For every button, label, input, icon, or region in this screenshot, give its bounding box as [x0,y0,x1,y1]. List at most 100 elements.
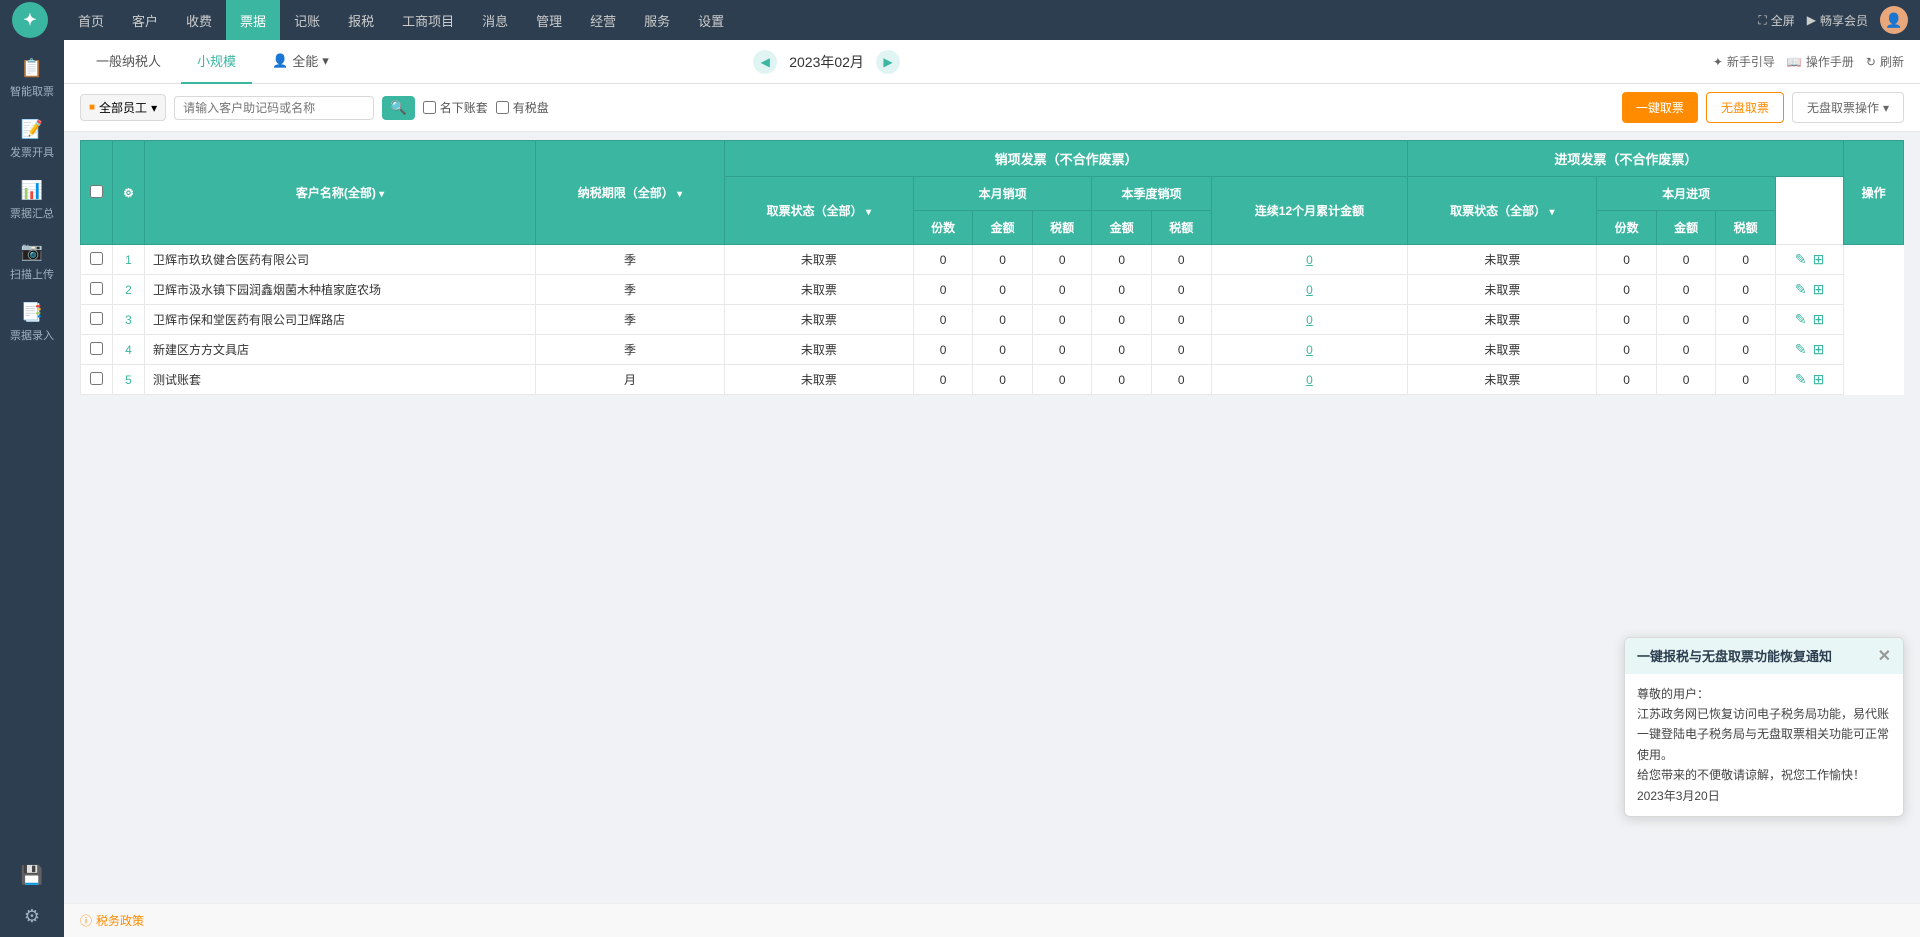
nav-accounting[interactable]: 记账 [280,0,334,40]
sub-nav-right: ✦ 新手引导 📖 操作手册 ↻ 刷新 [1713,53,1904,70]
row-purchase-month-count: 0 [1597,245,1657,275]
info-icon: ⓘ [80,912,92,929]
sidebar-item-entry[interactable]: 📑 票据录入 [2,292,62,353]
no-disk-operation-button[interactable]: 无盘取票操作 ▾ [1792,92,1904,123]
row-purchase-fetch-status: 未取票 [1408,275,1597,305]
row-actions: ✎ ⊞ [1775,335,1843,365]
row-index: 5 [113,365,145,395]
row-purchase-fetch-status: 未取票 [1408,365,1597,395]
top-navigation: ✦ 首页 客户 收费 票据 记账 报税 工商项目 消息 管理 经营 服务 设置 … [0,0,1920,40]
my-account-check[interactable] [423,101,436,114]
sidebar-item-summary[interactable]: 📊 票据汇总 [2,170,62,231]
nav-operation[interactable]: 经营 [576,0,630,40]
row-sales-month-count: 0 [913,305,973,335]
view-icon[interactable]: ⊞ [1813,371,1825,388]
one-key-fetch-button[interactable]: 一键取票 [1622,92,1698,123]
period-label: 2023年02月 [789,52,864,72]
row-checkbox[interactable] [81,365,113,395]
next-period-btn[interactable]: ▶ [876,50,900,74]
nav-tax[interactable]: 报税 [334,0,388,40]
period-navigation: ◀ 2023年02月 ▶ [753,50,900,74]
row-sales-month-count: 0 [913,365,973,395]
view-icon[interactable]: ⊞ [1813,341,1825,358]
view-icon[interactable]: ⊞ [1813,311,1825,328]
nav-business[interactable]: 工商项目 [388,0,468,40]
tax-disk-checkbox[interactable]: 有税盘 [496,99,549,116]
sidebar-item-smart-fetch[interactable]: 📋 智能取票 [2,48,62,109]
sidebar-item-download[interactable]: 💾 [2,855,62,896]
search-button[interactable]: 🔍 [382,96,415,120]
row-sales-month-count: 0 [913,245,973,275]
view-icon[interactable]: ⊞ [1813,251,1825,268]
edit-icon[interactable]: ✎ [1795,281,1807,298]
row-sales-month-count: 0 [913,275,973,305]
th-tax-period: 纳税期限（全部） ▾ [536,141,725,245]
notification-close-btn[interactable]: ✕ [1878,646,1891,666]
row-checkbox[interactable] [81,275,113,305]
tax-policy-link[interactable]: ⓘ 税务政策 [80,912,1904,929]
row-sales-month-amount: 0 [973,335,1033,365]
th-sales-month-amount: 金额 [973,211,1033,245]
row-sales-month-tax: 0 [1032,365,1092,395]
nav-settings[interactable]: 设置 [684,0,738,40]
user-avatar[interactable]: 👤 [1880,6,1908,34]
edit-icon[interactable]: ✎ [1795,311,1807,328]
row-consecutive-12[interactable]: 0 [1211,245,1408,275]
member-btn[interactable]: ▶ 畅享会员 [1807,12,1868,29]
tab-small-scale[interactable]: 小规模 [181,40,252,84]
config-icon: ⚙ [24,906,40,927]
sidebar-label-scan: 扫描上传 [10,266,54,282]
no-disk-fetch-button[interactable]: 无盘取票 [1706,92,1784,123]
sidebar-item-config[interactable]: ⚙ [2,896,62,937]
row-consecutive-12[interactable]: 0 [1211,275,1408,305]
table-row: 5 测试账套 月 未取票 0 0 0 0 0 0 未取票 0 0 0 ✎ ⊞ [81,365,1904,395]
edit-icon[interactable]: ✎ [1795,341,1807,358]
new-guide-btn[interactable]: ✦ 新手引导 [1713,53,1775,70]
nav-service[interactable]: 服务 [630,0,684,40]
row-consecutive-12[interactable]: 0 [1211,365,1408,395]
nav-invoice[interactable]: 票据 [226,0,280,40]
tax-disk-check[interactable] [496,101,509,114]
view-icon[interactable]: ⊞ [1813,281,1825,298]
th-current-month-sales: 本月销项 [913,177,1092,211]
prev-period-btn[interactable]: ◀ [753,50,777,74]
nav-client[interactable]: 客户 [118,0,172,40]
manual-btn[interactable]: 📖 操作手册 [1787,53,1854,70]
row-consecutive-12[interactable]: 0 [1211,305,1408,335]
tab-all[interactable]: 👤 全能 ▾ [256,40,345,84]
nav-message[interactable]: 消息 [468,0,522,40]
refresh-btn[interactable]: ↻ 刷新 [1866,53,1904,70]
client-search-input[interactable] [174,96,374,120]
row-sales-quarter-tax: 0 [1152,245,1212,275]
sidebar-label-issue: 发票开具 [10,144,54,160]
employee-filter[interactable]: ■ 全部员工 ▾ [80,94,166,121]
edit-icon[interactable]: ✎ [1795,251,1807,268]
row-sales-fetch-status: 未取票 [724,275,913,305]
edit-icon[interactable]: ✎ [1795,371,1807,388]
notification-content: 江苏政务网已恢复访问电子税务局功能，易代账一键登陆电子税务局与无盘取票相关功能可… [1637,704,1891,765]
row-sales-quarter-amount: 0 [1092,365,1152,395]
sidebar-item-scan[interactable]: 📷 扫描上传 [2,231,62,292]
purchase-status-filter[interactable]: ▾ [1550,207,1555,218]
row-checkbox[interactable] [81,245,113,275]
nav-home[interactable]: 首页 [64,0,118,40]
th-purchase-month-tax: 税额 [1716,211,1776,245]
nav-billing[interactable]: 收费 [172,0,226,40]
profile-icon: 👤 [272,53,288,69]
issue-icon: 📝 [21,119,43,140]
sales-status-filter[interactable]: ▾ [866,207,871,218]
row-sales-month-amount: 0 [973,305,1033,335]
scan-icon: 📷 [21,241,43,262]
sidebar-item-issue[interactable]: 📝 发票开具 [2,109,62,170]
row-consecutive-12[interactable]: 0 [1211,335,1408,365]
filter-icon[interactable]: ▾ [379,189,384,200]
row-checkbox[interactable] [81,305,113,335]
th-sales-quarter-amount: 金额 [1092,211,1152,245]
row-checkbox[interactable] [81,335,113,365]
my-account-checkbox[interactable]: 名下账套 [423,99,488,116]
tab-general-taxpayer[interactable]: 一般纳税人 [80,40,177,84]
nav-manage[interactable]: 管理 [522,0,576,40]
fullscreen-btn[interactable]: ⛶ 全屏 [1758,12,1794,29]
select-all-checkbox[interactable] [90,185,103,198]
tax-period-filter-icon[interactable]: ▾ [677,189,682,200]
